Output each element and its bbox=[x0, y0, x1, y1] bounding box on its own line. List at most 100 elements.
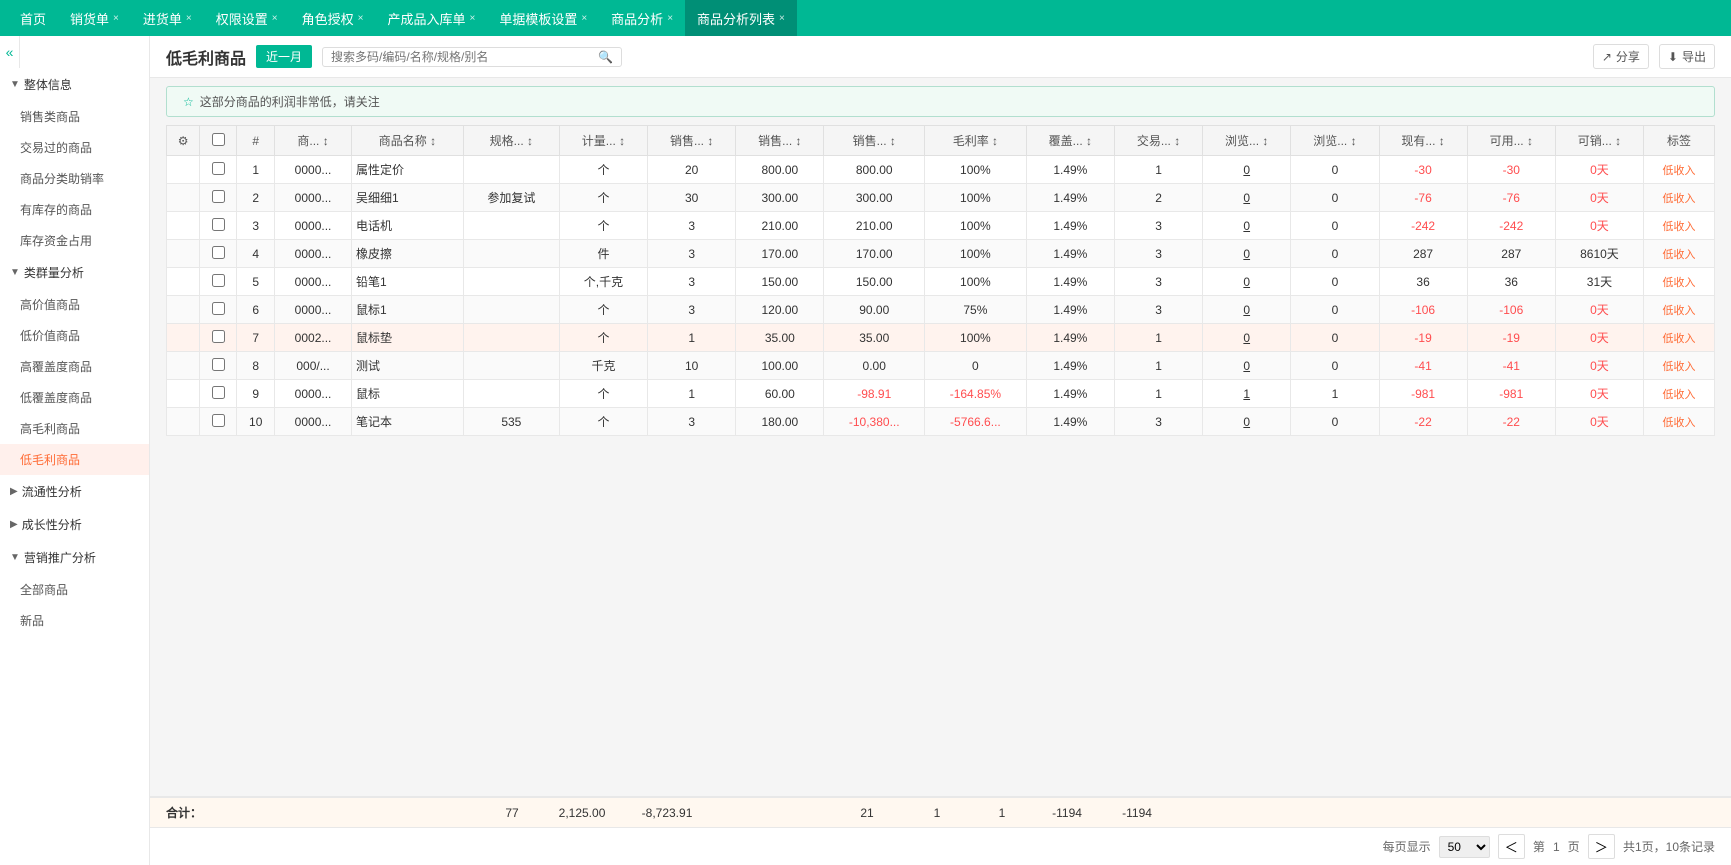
cell-browse1[interactable]: 0 bbox=[1203, 296, 1291, 324]
nav-product-analysis[interactable]: 商品分析 × bbox=[599, 0, 685, 36]
cell-checkbox[interactable] bbox=[200, 184, 237, 212]
close-sales-order-icon[interactable]: × bbox=[113, 13, 119, 24]
sidebar-group-cluster[interactable]: ▼ 类群量分析 bbox=[0, 256, 149, 289]
total-info: 共1页，10条记录 bbox=[1623, 838, 1715, 855]
select-all-checkbox[interactable] bbox=[212, 133, 225, 146]
col-checkbox[interactable] bbox=[200, 126, 237, 156]
cell-browse1[interactable]: 0 bbox=[1203, 352, 1291, 380]
nav-product-inbound[interactable]: 产成品入库单 × bbox=[375, 0, 487, 36]
row-checkbox-9[interactable] bbox=[212, 414, 225, 427]
col-sales-amount[interactable]: 销售... ↕ bbox=[736, 126, 824, 156]
col-code[interactable]: 商... ↕ bbox=[275, 126, 352, 156]
sidebar-item-low-margin[interactable]: 低毛利商品 bbox=[0, 444, 149, 475]
cell-checkbox[interactable] bbox=[200, 324, 237, 352]
cell-browse1[interactable]: 0 bbox=[1203, 408, 1291, 436]
search-input[interactable] bbox=[331, 50, 594, 64]
col-sales-qty[interactable]: 销售... ↕ bbox=[648, 126, 736, 156]
cell-browse1[interactable]: 0 bbox=[1203, 212, 1291, 240]
cell-browse1[interactable]: 0 bbox=[1203, 240, 1291, 268]
col-stock1[interactable]: 现有... ↕ bbox=[1379, 126, 1467, 156]
close-product-inbound-icon[interactable]: × bbox=[469, 13, 475, 24]
col-gross-rate[interactable]: 毛利率 ↕ bbox=[925, 126, 1027, 156]
col-settings[interactable]: ⚙ bbox=[167, 126, 200, 156]
table-row: 7 0002... 鼠标垫 个 1 35.00 35.00 100% 1.49%… bbox=[167, 324, 1715, 352]
col-name[interactable]: 商品名称 ↕ bbox=[352, 126, 464, 156]
cell-checkbox[interactable] bbox=[200, 380, 237, 408]
sidebar-item-category-rate[interactable]: 商品分类助销率 bbox=[0, 163, 149, 194]
cell-browse1[interactable]: 0 bbox=[1203, 324, 1291, 352]
col-sales-profit[interactable]: 销售... ↕ bbox=[824, 126, 925, 156]
sidebar-item-stock-products[interactable]: 有库存的商品 bbox=[0, 194, 149, 225]
row-checkbox-5[interactable] bbox=[212, 302, 225, 315]
sidebar-group-overall[interactable]: ▼ 整体信息 bbox=[0, 68, 149, 101]
nav-sales-order[interactable]: 销货单 × bbox=[58, 0, 131, 36]
sidebar-item-low-value[interactable]: 低价值商品 bbox=[0, 320, 149, 351]
row-checkbox-7[interactable] bbox=[212, 358, 225, 371]
row-checkbox-6[interactable] bbox=[212, 330, 225, 343]
nav-template-settings[interactable]: 单据模板设置 × bbox=[487, 0, 599, 36]
cell-checkbox[interactable] bbox=[200, 240, 237, 268]
next-page-button[interactable]: ＞ bbox=[1588, 834, 1615, 859]
col-browse1[interactable]: 浏览... ↕ bbox=[1203, 126, 1291, 156]
col-browse2[interactable]: 浏览... ↕ bbox=[1291, 126, 1379, 156]
nav-role-auth[interactable]: 角色授权 × bbox=[290, 0, 376, 36]
cell-checkbox[interactable] bbox=[200, 156, 237, 184]
sidebar-item-stock-capital[interactable]: 库存资金占用 bbox=[0, 225, 149, 256]
sidebar-item-traded-products[interactable]: 交易过的商品 bbox=[0, 132, 149, 163]
cell-stock1: -41 bbox=[1379, 352, 1467, 380]
prev-page-button[interactable]: ＜ bbox=[1498, 834, 1525, 859]
row-checkbox-4[interactable] bbox=[212, 274, 225, 287]
sidebar-item-high-coverage[interactable]: 高覆盖度商品 bbox=[0, 351, 149, 382]
col-trade[interactable]: 交易... ↕ bbox=[1114, 126, 1202, 156]
share-button[interactable]: ↗ 分享 bbox=[1593, 44, 1649, 69]
cell-checkbox[interactable] bbox=[200, 408, 237, 436]
time-filter-button[interactable]: 近一月 bbox=[256, 45, 312, 68]
sidebar-item-high-value[interactable]: 高价值商品 bbox=[0, 289, 149, 320]
close-template-icon[interactable]: × bbox=[581, 13, 587, 24]
col-stock3[interactable]: 可销... ↕ bbox=[1555, 126, 1643, 156]
sidebar-group-flow[interactable]: ▶ 流通性分析 bbox=[0, 475, 149, 508]
nav-purchase-order[interactable]: 进货单 × bbox=[131, 0, 204, 36]
row-checkbox-3[interactable] bbox=[212, 246, 225, 259]
col-spec[interactable]: 规格... ↕ bbox=[463, 126, 559, 156]
row-checkbox-8[interactable] bbox=[212, 386, 225, 399]
row-checkbox-0[interactable] bbox=[212, 162, 225, 175]
search-icon[interactable]: 🔍 bbox=[598, 50, 613, 64]
cell-browse1[interactable]: 0 bbox=[1203, 184, 1291, 212]
sidebar-item-new-products[interactable]: 新品 bbox=[0, 605, 149, 636]
cell-browse1[interactable]: 1 bbox=[1203, 380, 1291, 408]
col-coverage[interactable]: 覆盖... ↕ bbox=[1026, 126, 1114, 156]
sidebar-item-low-coverage[interactable]: 低覆盖度商品 bbox=[0, 382, 149, 413]
nav-permission-settings[interactable]: 权限设置 × bbox=[204, 0, 290, 36]
nav-product-analysis-list[interactable]: 商品分析列表 × bbox=[685, 0, 797, 36]
sidebar-item-sales-products[interactable]: 销售类商品 bbox=[0, 101, 149, 132]
sidebar-item-high-margin[interactable]: 高毛利商品 bbox=[0, 413, 149, 444]
cell-checkbox[interactable] bbox=[200, 212, 237, 240]
cell-browse1[interactable]: 0 bbox=[1203, 268, 1291, 296]
row-checkbox-1[interactable] bbox=[212, 190, 225, 203]
close-analysis-icon[interactable]: × bbox=[667, 13, 673, 24]
cell-settings bbox=[167, 240, 200, 268]
cell-sales-qty: 10 bbox=[648, 352, 736, 380]
close-permission-icon[interactable]: × bbox=[272, 13, 278, 24]
cell-sales-amount: 300.00 bbox=[736, 184, 824, 212]
collapse-sidebar-btn[interactable]: « bbox=[0, 36, 20, 68]
per-page-select[interactable]: 50 100 200 bbox=[1439, 836, 1490, 858]
sidebar-group-marketing[interactable]: ▼ 营销推广分析 bbox=[0, 541, 149, 574]
row-checkbox-2[interactable] bbox=[212, 218, 225, 231]
export-button[interactable]: ⬇ 导出 bbox=[1659, 44, 1715, 69]
close-role-auth-icon[interactable]: × bbox=[358, 13, 364, 24]
cell-checkbox[interactable] bbox=[200, 352, 237, 380]
cell-browse1[interactable]: 0 bbox=[1203, 156, 1291, 184]
nav-home[interactable]: 首页 bbox=[8, 0, 58, 36]
cell-checkbox[interactable] bbox=[200, 268, 237, 296]
close-purchase-order-icon[interactable]: × bbox=[186, 13, 192, 24]
close-analysis-list-icon[interactable]: × bbox=[779, 13, 785, 24]
table-container[interactable]: ⚙ # 商... ↕ 商品名称 ↕ 规格... ↕ 计量... ↕ 销售... … bbox=[150, 125, 1731, 796]
cell-settings bbox=[167, 352, 200, 380]
cell-checkbox[interactable] bbox=[200, 296, 237, 324]
sidebar-group-growth[interactable]: ▶ 成长性分析 bbox=[0, 508, 149, 541]
col-unit[interactable]: 计量... ↕ bbox=[559, 126, 647, 156]
sidebar-item-all-products[interactable]: 全部商品 bbox=[0, 574, 149, 605]
col-stock2[interactable]: 可用... ↕ bbox=[1467, 126, 1555, 156]
